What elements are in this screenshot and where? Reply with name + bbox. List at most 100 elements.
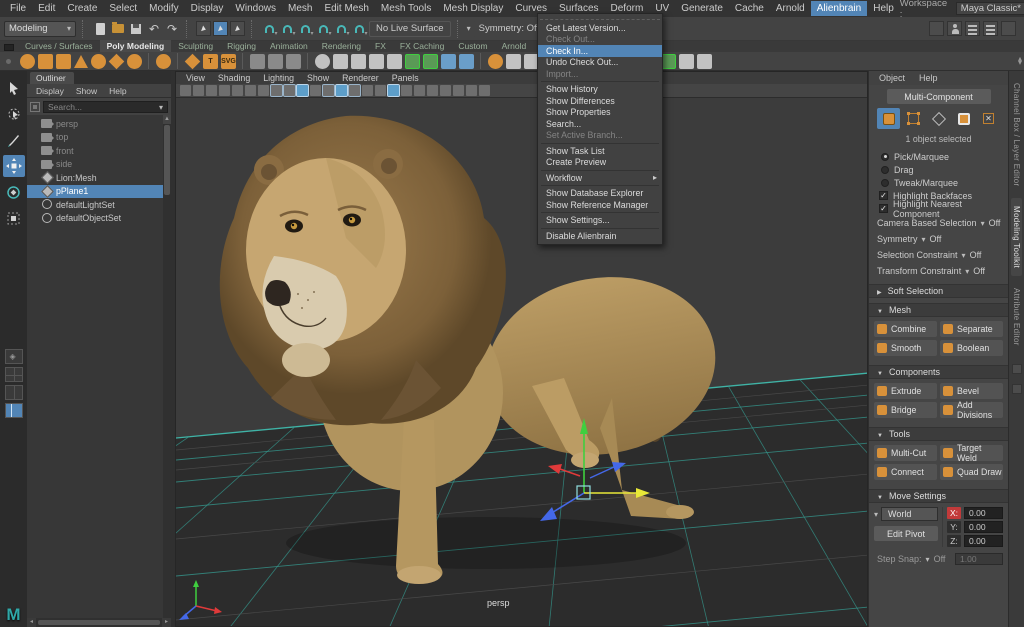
toolkit-button[interactable]: Smooth — [874, 340, 937, 356]
sidebar-toggle-icon[interactable] — [1001, 21, 1016, 36]
shelf-icon[interactable] — [74, 55, 88, 68]
shelf-icon[interactable] — [679, 54, 694, 69]
snap-to-point-button[interactable] — [297, 21, 313, 37]
snap-to-grid-button[interactable] — [261, 21, 277, 37]
perspective-viewport[interactable]: ViewShadingLightingShowRendererPanels — [175, 71, 868, 627]
viewport-toolbar-icon[interactable] — [440, 85, 451, 96]
snap-to-view-plane-button[interactable] — [333, 21, 349, 37]
menu-item[interactable]: Mesh Display — [437, 1, 509, 16]
shelf-icon[interactable] — [405, 54, 420, 69]
outliner-tab[interactable]: Outliner — [30, 72, 74, 84]
shelf-icon[interactable] — [480, 53, 482, 69]
viewport-toolbar-icon[interactable] — [232, 85, 243, 96]
viewport-menu-item[interactable]: Renderer — [336, 73, 385, 83]
outliner-item[interactable]: top — [27, 131, 163, 145]
toolkit-button[interactable]: Bevel — [940, 383, 1003, 399]
viewport-toolbar-icon[interactable] — [284, 85, 295, 96]
vertex-mode-button[interactable] — [902, 108, 925, 129]
outliner-item[interactable]: side — [27, 158, 163, 172]
viewport-toolbar-icon[interactable] — [349, 85, 360, 96]
viewport-toolbar-icon[interactable] — [362, 85, 373, 96]
toolkit-button[interactable]: Bridge — [874, 402, 937, 418]
shelf-icon[interactable] — [441, 54, 456, 69]
shelf-tab[interactable]: Animation — [263, 40, 315, 52]
toolkit-button[interactable]: Extrude — [874, 383, 937, 399]
shelf-tab[interactable]: Arnold — [495, 40, 534, 52]
shelf-icon[interactable] — [20, 54, 35, 69]
snap-to-projected-center-button[interactable] — [315, 21, 331, 37]
outliner-menu-item[interactable]: Display — [31, 85, 69, 97]
menu-set-dropdown[interactable]: Modeling — [4, 21, 76, 37]
toolkit-menu-item[interactable]: Object — [873, 72, 911, 84]
menu-item[interactable]: Modify — [143, 1, 184, 16]
outliner-persp-layout-button[interactable] — [5, 403, 23, 418]
rotate-tool-button[interactable] — [3, 181, 25, 203]
viewport-menu-item[interactable]: Shading — [212, 73, 256, 83]
chevron-down-icon[interactable] — [467, 23, 471, 34]
menu-item[interactable]: Display — [185, 1, 230, 16]
alienbrain-menu-item[interactable]: Import... — [538, 68, 662, 80]
radio-option[interactable]: Tweak/Marquee — [869, 176, 1008, 189]
menu-item[interactable]: Edit Mesh — [318, 1, 374, 16]
shelf-icon[interactable] — [307, 53, 309, 69]
radio-option[interactable]: Pick/Marquee — [869, 150, 1008, 163]
select-by-object-button[interactable] — [213, 21, 228, 36]
viewport-toolbar-icon[interactable] — [271, 85, 282, 96]
alienbrain-menu-item[interactable]: Show Reference Manager — [538, 199, 662, 211]
snap-to-curve-button[interactable] — [279, 21, 295, 37]
alienbrain-menu-item[interactable]: Set Active Branch... — [538, 130, 662, 142]
outliner-vertical-scrollbar[interactable]: ▲ — [163, 115, 171, 618]
shelf-icon[interactable] — [333, 54, 348, 69]
viewport-toolbar-icon[interactable] — [414, 85, 425, 96]
checkbox-option[interactable]: Highlight Nearest Component — [869, 202, 1008, 215]
panel-icon[interactable] — [1012, 384, 1022, 394]
viewport-toolbar-icon[interactable] — [336, 85, 347, 96]
panel-icon[interactable] — [1012, 364, 1022, 374]
select-by-component-button[interactable] — [230, 21, 245, 36]
viewport-toolbar-icon[interactable] — [375, 85, 386, 96]
scrollbar-thumb[interactable] — [38, 620, 160, 625]
step-snap-field[interactable]: 1.00 — [955, 553, 1003, 565]
outliner-search-input[interactable]: Search... — [43, 101, 168, 113]
sidebar-toggle-icon[interactable] — [929, 21, 944, 36]
single-pane-layout-button[interactable] — [5, 349, 23, 364]
axis-value-field[interactable]: 0.00 — [964, 521, 1003, 533]
viewport-menu-item[interactable]: Panels — [386, 73, 425, 83]
toolkit-button[interactable]: Quad Draw — [940, 464, 1003, 480]
shelf-icon[interactable] — [506, 54, 521, 69]
viewport-toolbar-icon[interactable] — [453, 85, 464, 96]
shelf-icon[interactable] — [369, 54, 384, 69]
outliner-item[interactable]: pPlane1 — [27, 185, 163, 199]
alienbrain-menu-item[interactable]: Search... — [538, 118, 662, 130]
shelf-icon[interactable] — [177, 53, 179, 69]
scroll-up-icon[interactable]: ▲ — [163, 115, 171, 124]
open-scene-button[interactable] — [110, 21, 126, 37]
shelf-icon[interactable]: T — [203, 54, 218, 69]
viewport-toolbar-icon[interactable] — [401, 85, 412, 96]
viewport-toolbar-icon[interactable] — [180, 85, 191, 96]
alienbrain-menu-item[interactable]: Disable Alienbrain — [538, 230, 662, 242]
viewport-menu-item[interactable]: Show — [301, 73, 335, 83]
viewport-toolbar-icon[interactable] — [388, 85, 399, 96]
shelf-tab[interactable]: Sculpting — [171, 40, 220, 52]
axis-orientation-dropdown[interactable]: World — [874, 507, 938, 521]
viewport-menu-item[interactable]: View — [180, 73, 211, 83]
undo-button[interactable]: ↶ — [146, 21, 162, 37]
face-mode-button[interactable] — [952, 108, 975, 129]
shelf-icon[interactable] — [286, 54, 301, 69]
alienbrain-menu-item[interactable]: Show Differences — [538, 95, 662, 107]
outliner-item[interactable]: persp — [27, 117, 163, 131]
soft-selection-section[interactable]: Soft Selection — [869, 284, 1008, 298]
alienbrain-menu-item[interactable]: Show Properties — [538, 107, 662, 119]
shelf-icon[interactable] — [185, 53, 201, 69]
shelf-icon[interactable]: SVG — [221, 54, 236, 69]
shelf-icon[interactable] — [488, 54, 503, 69]
viewport-toolbar-icon[interactable] — [323, 85, 334, 96]
viewport-toolbar-icon[interactable] — [193, 85, 204, 96]
tear-off-handle[interactable] — [540, 14, 660, 20]
viewport-toolbar-icon[interactable] — [310, 85, 321, 96]
make-live-button[interactable] — [351, 21, 367, 37]
menu-item[interactable]: Generate — [675, 1, 729, 16]
alienbrain-menu-item[interactable]: Show Settings... — [538, 215, 662, 227]
filter-icon[interactable] — [30, 102, 40, 112]
